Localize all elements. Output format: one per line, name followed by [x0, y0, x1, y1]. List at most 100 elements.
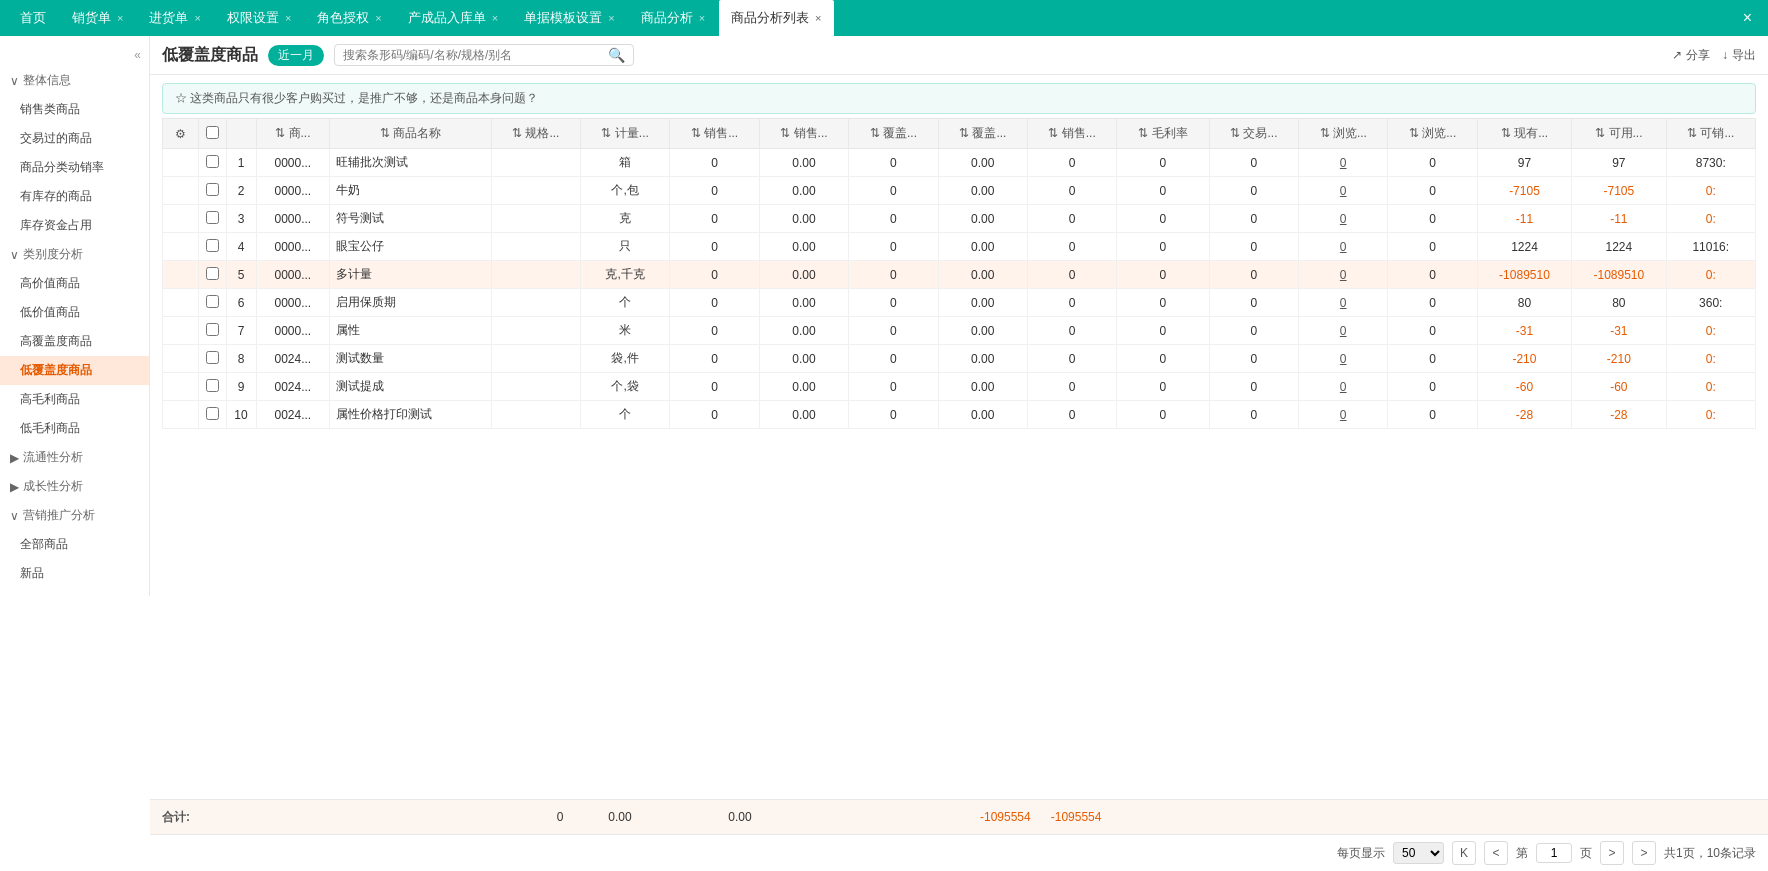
row-browse1[interactable]: 0 — [1299, 401, 1388, 429]
row-settings[interactable] — [163, 401, 199, 429]
sidebar-item-new-goods[interactable]: 新品 — [0, 559, 149, 588]
close-icon[interactable]: × — [699, 12, 705, 24]
close-icon[interactable]: × — [117, 12, 123, 24]
col-cover1-header[interactable]: ⇅ 覆盖... — [849, 119, 938, 149]
col-trade-header[interactable]: ⇅ 交易... — [1209, 119, 1298, 149]
nav-item-template[interactable]: 单据模板设置 × — [512, 0, 626, 36]
sidebar-section-circulation[interactable]: ▶ 流通性分析 — [0, 443, 149, 472]
row-settings[interactable] — [163, 233, 199, 261]
col-code-header[interactable]: ⇅ 商... — [256, 119, 330, 149]
close-icon[interactable]: × — [285, 12, 291, 24]
sidebar-item-high-margin[interactable]: 高毛利商品 — [0, 385, 149, 414]
row-browse1[interactable]: 0 — [1299, 345, 1388, 373]
row-settings[interactable] — [163, 149, 199, 177]
close-icon[interactable]: × — [492, 12, 498, 24]
row-select-checkbox[interactable] — [206, 155, 219, 168]
col-settings-header[interactable]: ⚙ — [163, 119, 199, 149]
sidebar-item-stock-capital[interactable]: 库存资金占用 — [0, 211, 149, 240]
row-checkbox[interactable] — [198, 401, 226, 429]
col-browse1-header[interactable]: ⇅ 浏览... — [1299, 119, 1388, 149]
col-sales2-header[interactable]: ⇅ 销售... — [1027, 119, 1116, 149]
sidebar-collapse-button[interactable]: « — [134, 48, 141, 62]
row-browse1[interactable]: 0 — [1299, 177, 1388, 205]
col-cover2-header[interactable]: ⇅ 覆盖... — [938, 119, 1027, 149]
col-sales-amt-header[interactable]: ⇅ 销售... — [759, 119, 848, 149]
row-select-checkbox[interactable] — [206, 295, 219, 308]
nav-item-purchase[interactable]: 进货单 × — [137, 0, 212, 36]
row-checkbox[interactable] — [198, 345, 226, 373]
nav-item-roles[interactable]: 角色授权 × — [305, 0, 393, 36]
row-checkbox[interactable] — [198, 317, 226, 345]
row-settings[interactable] — [163, 317, 199, 345]
nav-item-analysis-list[interactable]: 商品分析列表 × — [719, 0, 833, 36]
row-browse1[interactable]: 0 — [1299, 317, 1388, 345]
sidebar-section-category[interactable]: ∨ 类别度分析 — [0, 240, 149, 269]
sidebar-item-all-goods[interactable]: 全部商品 — [0, 530, 149, 559]
col-sellable-header[interactable]: ⇅ 可销... — [1666, 119, 1755, 149]
row-select-checkbox[interactable] — [206, 239, 219, 252]
sidebar-item-stocked-goods[interactable]: 有库存的商品 — [0, 182, 149, 211]
col-available-header[interactable]: ⇅ 可用... — [1572, 119, 1666, 149]
search-input[interactable] — [343, 48, 608, 62]
close-icon[interactable]: × — [815, 12, 821, 24]
row-checkbox[interactable] — [198, 177, 226, 205]
row-browse1[interactable]: 0 — [1299, 373, 1388, 401]
col-gross-rate-header[interactable]: ⇅ 毛利率 — [1117, 119, 1209, 149]
first-page-button[interactable]: K — [1452, 841, 1476, 865]
nav-item-sales[interactable]: 销货单 × — [60, 0, 135, 36]
nav-item-finished-goods[interactable]: 产成品入库单 × — [396, 0, 510, 36]
row-checkbox[interactable] — [198, 233, 226, 261]
sidebar-item-low-margin[interactable]: 低毛利商品 — [0, 414, 149, 443]
col-browse2-header[interactable]: ⇅ 浏览... — [1388, 119, 1477, 149]
row-settings[interactable] — [163, 205, 199, 233]
row-settings[interactable] — [163, 373, 199, 401]
search-icon[interactable]: 🔍 — [608, 47, 625, 63]
row-select-checkbox[interactable] — [206, 379, 219, 392]
close-icon[interactable]: × — [194, 12, 200, 24]
next-page-button[interactable]: > — [1600, 841, 1624, 865]
nav-item-product-analysis[interactable]: 商品分析 × — [629, 0, 717, 36]
sidebar-item-traded-goods[interactable]: 交易过的商品 — [0, 124, 149, 153]
sidebar-section-overall[interactable]: ∨ 整体信息 — [0, 66, 149, 95]
row-browse1[interactable]: 0 — [1299, 233, 1388, 261]
row-checkbox[interactable] — [198, 205, 226, 233]
row-checkbox[interactable] — [198, 289, 226, 317]
row-checkbox[interactable] — [198, 261, 226, 289]
export-button[interactable]: ↓ 导出 — [1722, 47, 1756, 64]
row-settings[interactable] — [163, 177, 199, 205]
sidebar-item-low-coverage[interactable]: 低覆盖度商品 — [0, 356, 149, 385]
sidebar-section-growth[interactable]: ▶ 成长性分析 — [0, 472, 149, 501]
row-settings[interactable] — [163, 261, 199, 289]
row-checkbox[interactable] — [198, 373, 226, 401]
window-close-button[interactable]: × — [1735, 9, 1760, 27]
row-browse1[interactable]: 0 — [1299, 205, 1388, 233]
nav-item-home[interactable]: 首页 — [8, 0, 58, 36]
sidebar-item-high-coverage[interactable]: 高覆盖度商品 — [0, 327, 149, 356]
row-select-checkbox[interactable] — [206, 211, 219, 224]
row-browse1[interactable]: 0 — [1299, 149, 1388, 177]
page-size-select[interactable]: 50 10 20 100 — [1393, 842, 1444, 864]
select-all-checkbox[interactable] — [206, 126, 219, 139]
col-spec-header[interactable]: ⇅ 规格... — [491, 119, 580, 149]
col-unit-header[interactable]: ⇅ 计量... — [580, 119, 669, 149]
row-select-checkbox[interactable] — [206, 351, 219, 364]
sidebar-item-low-value[interactable]: 低价值商品 — [0, 298, 149, 327]
sidebar-item-category-rate[interactable]: 商品分类动销率 — [0, 153, 149, 182]
row-checkbox[interactable] — [198, 149, 226, 177]
sidebar-section-marketing[interactable]: ∨ 营销推广分析 — [0, 501, 149, 530]
close-icon[interactable]: × — [375, 12, 381, 24]
close-icon[interactable]: × — [608, 12, 614, 24]
col-sales-qty-header[interactable]: ⇅ 销售... — [670, 119, 759, 149]
share-button[interactable]: ↗ 分享 — [1672, 47, 1710, 64]
row-select-checkbox[interactable] — [206, 323, 219, 336]
row-settings[interactable] — [163, 345, 199, 373]
row-browse1[interactable]: 0 — [1299, 261, 1388, 289]
row-settings[interactable] — [163, 289, 199, 317]
page-number-input[interactable] — [1536, 843, 1572, 863]
col-checkbox-header[interactable] — [198, 119, 226, 149]
last-page-button[interactable]: > — [1632, 841, 1656, 865]
col-current-header[interactable]: ⇅ 现有... — [1477, 119, 1571, 149]
table-wrapper[interactable]: ⚙ ⇅ 商... ⇅ 商品名称 — [150, 118, 1768, 799]
nav-item-permissions[interactable]: 权限设置 × — [215, 0, 303, 36]
row-browse1[interactable]: 0 — [1299, 289, 1388, 317]
